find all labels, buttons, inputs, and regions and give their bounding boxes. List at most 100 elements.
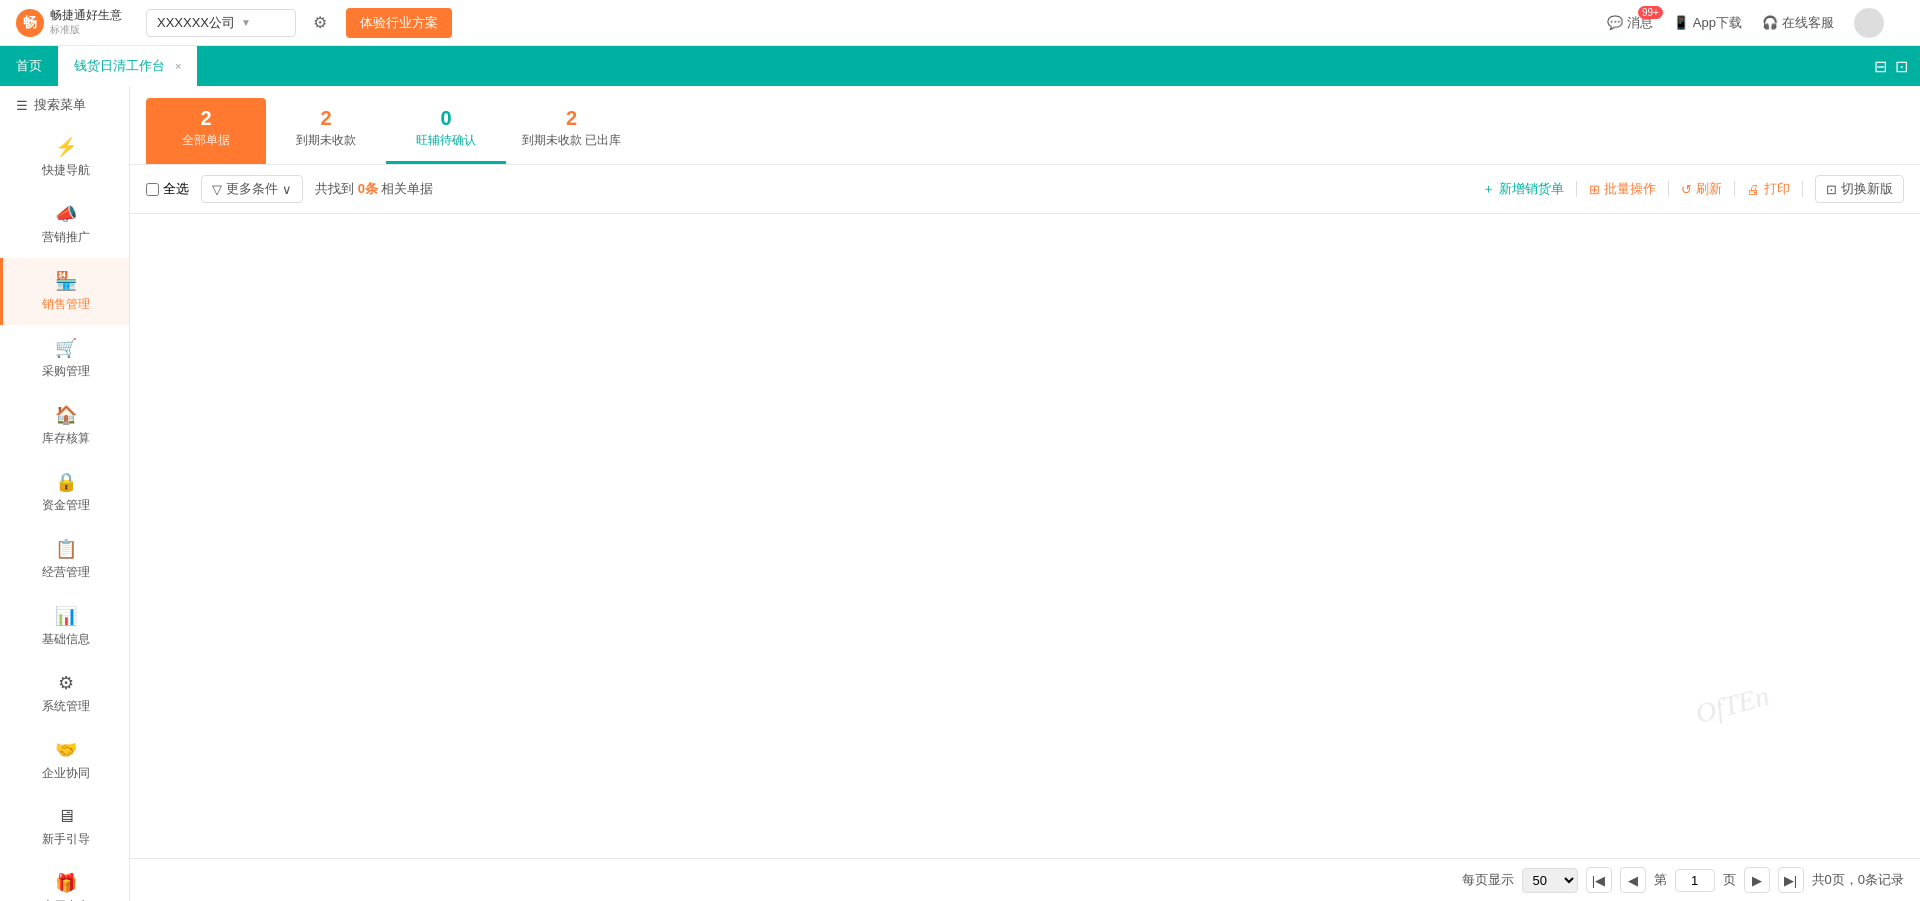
summary-tab-wangfu-label: 旺辅待确认 xyxy=(402,132,490,149)
sidebar-item-app-center[interactable]: 🎁 应用中心 xyxy=(0,860,129,901)
sidebar-item-operations[interactable]: 📋 经营管理 xyxy=(0,526,129,593)
online-service-btn[interactable]: 🎧 在线客服 xyxy=(1762,14,1834,32)
tab-qianhuoriqing[interactable]: 钱货日清工作台 × xyxy=(58,46,197,86)
print-icon: 🖨 xyxy=(1747,182,1760,197)
headset-icon: 🎧 xyxy=(1762,15,1778,30)
switch-icon: ⊡ xyxy=(1826,182,1837,197)
sidebar-item-purchase[interactable]: 🛒 采购管理 xyxy=(0,325,129,392)
select-all-checkbox[interactable]: 全选 xyxy=(146,180,189,198)
message-badge: 99+ xyxy=(1638,6,1663,19)
logo-sub: 标准版 xyxy=(50,23,122,37)
tab-active-label: 钱货日清工作台 xyxy=(74,57,165,75)
app-download-label: App下载 xyxy=(1693,14,1742,32)
divider-2 xyxy=(1668,181,1669,197)
sidebar-item-inventory[interactable]: 🏠 库存核算 xyxy=(0,392,129,459)
enterprise-icon: 🤝 xyxy=(55,739,77,761)
refresh-btn[interactable]: ↺ 刷新 xyxy=(1681,180,1722,198)
page-label: 第 xyxy=(1654,871,1667,889)
settings-icon[interactable]: ⚙ xyxy=(304,7,336,39)
batch-operation-btn[interactable]: ⊞ 批量操作 xyxy=(1589,180,1656,198)
found-suffix: 相关单据 xyxy=(381,181,433,196)
page-size-select[interactable]: 50 100 200 xyxy=(1522,868,1578,893)
quick-nav-label: 快捷导航 xyxy=(42,162,90,179)
filter-button[interactable]: ▽ 更多条件 ∨ xyxy=(201,175,303,203)
pagination-bar: 每页显示 50 100 200 |◀ ◀ 第 页 ▶ ▶| 共0页，0条记录 xyxy=(130,858,1920,901)
page-prev-btn[interactable]: ◀ xyxy=(1620,867,1646,893)
phone-icon: 📱 xyxy=(1673,15,1689,30)
tab-close-icon[interactable]: × xyxy=(175,60,181,72)
toolbar-left: 全选 ▽ 更多条件 ∨ 共找到 0条 相关单据 xyxy=(146,175,1470,203)
sidebar-item-marketing[interactable]: 📣 营销推广 xyxy=(0,191,129,258)
summary-tab-overdue-label: 到期未收款 xyxy=(282,132,370,149)
nav-tabs: 首页 钱货日清工作台 × ⊟ ⊡ xyxy=(0,46,1920,86)
sidebar-item-capital[interactable]: 🔒 资金管理 xyxy=(0,459,129,526)
logo-text-area: 畅捷通好生意 标准版 xyxy=(50,8,122,38)
capital-label: 资金管理 xyxy=(42,497,90,514)
print-btn[interactable]: 🖨 打印 xyxy=(1747,180,1790,198)
page-last-btn[interactable]: ▶| xyxy=(1778,867,1804,893)
logo-text: 畅捷通好生意 xyxy=(50,8,122,24)
purchase-icon: 🛒 xyxy=(55,337,77,359)
found-prefix: 共找到 xyxy=(315,181,354,196)
message-icon: 💬 xyxy=(1607,15,1623,30)
summary-tab-wangfu-num: 0 xyxy=(402,106,490,130)
sidebar-item-sales[interactable]: 🏪 销售管理 xyxy=(0,258,129,325)
summary-tab-overdue[interactable]: 2 到期未收款 xyxy=(266,98,386,164)
sidebar-item-quick-nav[interactable]: ⚡ 快捷导航 xyxy=(0,124,129,191)
page-number-input[interactable] xyxy=(1675,869,1715,892)
switch-version-btn[interactable]: ⊡ 切换新版 xyxy=(1815,175,1904,203)
search-icon: ☰ xyxy=(16,98,28,113)
select-all-input[interactable] xyxy=(146,183,159,196)
experience-button[interactable]: 体验行业方案 xyxy=(346,8,452,38)
content-area: 2 全部单据 2 到期未收款 0 旺辅待确认 2 到期未收款 已出库 全选 xyxy=(130,86,1920,901)
chevron-filter-icon: ∨ xyxy=(282,182,292,197)
search-menu-label: 搜索菜单 xyxy=(34,96,86,114)
maximize-icon[interactable]: ⊡ xyxy=(1895,57,1908,76)
summary-tab-overdue-out-label: 到期未收款 已出库 xyxy=(522,132,621,149)
found-text: 共找到 0条 相关单据 xyxy=(315,180,433,198)
app-download-btn[interactable]: 📱 App下载 xyxy=(1673,14,1742,32)
page-first-btn[interactable]: |◀ xyxy=(1586,867,1612,893)
add-btn-label: 新增销货单 xyxy=(1499,180,1564,198)
select-all-label: 全选 xyxy=(163,180,189,198)
filter-label: 更多条件 xyxy=(226,180,278,198)
system-label: 系统管理 xyxy=(42,698,90,715)
minimize-icon[interactable]: ⊟ xyxy=(1874,57,1887,76)
inventory-label: 库存核算 xyxy=(42,430,90,447)
sidebar-item-system[interactable]: ⚙ 系统管理 xyxy=(0,660,129,727)
basic-info-icon: 📊 xyxy=(55,605,77,627)
add-sale-order-btn[interactable]: ＋ 新增销货单 xyxy=(1482,180,1564,198)
summary-tab-overdue-out[interactable]: 2 到期未收款 已出库 xyxy=(506,98,637,164)
table-area xyxy=(130,214,1920,858)
guide-label: 新手引导 xyxy=(42,831,90,848)
system-icon: ⚙ xyxy=(58,672,74,694)
summary-tab-overdue-out-num: 2 xyxy=(522,106,621,130)
header-right: 💬 消息 99+ 📱 App下载 🎧 在线客服 xyxy=(1607,8,1904,38)
summary-tab-wangfu[interactable]: 0 旺辅待确认 xyxy=(386,98,506,164)
online-service-label: 在线客服 xyxy=(1782,14,1834,32)
summary-tab-overdue-num: 2 xyxy=(282,106,370,130)
refresh-icon: ↺ xyxy=(1681,182,1692,197)
avatar[interactable] xyxy=(1854,8,1884,38)
marketing-icon: 📣 xyxy=(55,203,77,225)
switch-label: 切换新版 xyxy=(1841,180,1893,198)
summary-tab-all[interactable]: 2 全部单据 xyxy=(146,98,266,164)
logo-icon: 畅 xyxy=(16,9,44,37)
tab-home[interactable]: 首页 xyxy=(0,46,58,86)
sidebar-item-search-menu[interactable]: ☰ 搜索菜单 xyxy=(0,86,129,124)
summary-tab-all-num: 2 xyxy=(162,106,250,130)
total-label: 共0页，0条记录 xyxy=(1812,871,1904,889)
basic-info-label: 基础信息 xyxy=(42,631,90,648)
company-selector[interactable]: XXXXXX公司 ▼ xyxy=(146,9,296,37)
logo-area: 畅 畅捷通好生意 标准版 xyxy=(16,8,146,38)
filter-icon: ▽ xyxy=(212,182,222,197)
message-btn[interactable]: 💬 消息 99+ xyxy=(1607,14,1653,32)
sidebar-item-guide[interactable]: 🖥 新手引导 xyxy=(0,794,129,860)
sidebar-item-enterprise[interactable]: 🤝 企业协同 xyxy=(0,727,129,794)
sidebar-item-basic-info[interactable]: 📊 基础信息 xyxy=(0,593,129,660)
marketing-label: 营销推广 xyxy=(42,229,90,246)
page-next-btn[interactable]: ▶ xyxy=(1744,867,1770,893)
divider-1 xyxy=(1576,181,1577,197)
found-count: 0条 xyxy=(358,181,378,196)
summary-tab-all-label: 全部单据 xyxy=(162,132,250,149)
